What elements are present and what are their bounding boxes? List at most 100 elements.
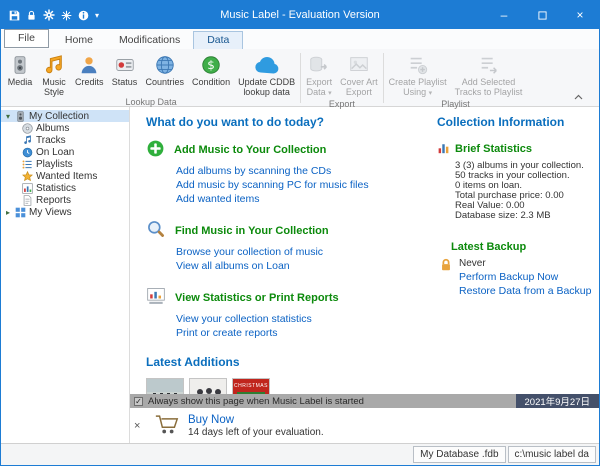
update-cddb-button[interactable]: Update CDDBlookup data: [234, 50, 299, 97]
on-loan-clock-icon: [22, 147, 33, 158]
cloud-icon: [253, 52, 281, 77]
ribbon-separator: [383, 53, 384, 103]
latest-additions-heading: Latest Additions: [146, 355, 429, 369]
link-add-wanted-items[interactable]: Add wanted items: [176, 193, 429, 205]
link-add-albums-scanning-cds[interactable]: Add albums by scanning the CDs: [176, 165, 429, 177]
condition-button[interactable]: $ Condition: [188, 50, 234, 87]
sidebar-item-playlists[interactable]: Playlists: [1, 158, 129, 170]
collection-information-panel: Collection Information Brief Statistics …: [437, 107, 599, 394]
sidebar-item-label: Albums: [36, 123, 69, 134]
sidebar-item-tracks[interactable]: Tracks: [1, 134, 129, 146]
export-data-icon: [308, 52, 330, 77]
cart-icon: [154, 414, 180, 438]
wanted-star-icon: [22, 171, 33, 182]
database-path: c:\music label da: [508, 446, 596, 463]
show-page-option-bar: ✓ Always show this page when Music Label…: [130, 394, 599, 408]
ribbon-collapse-button[interactable]: [574, 91, 583, 103]
link-perform-backup-now[interactable]: Perform Backup Now: [459, 271, 591, 283]
link-restore-data[interactable]: Restore Data from a Backup: [459, 285, 591, 297]
export-data-button: ExportData ▾: [302, 50, 336, 99]
buy-now-link[interactable]: Buy Now: [188, 414, 234, 426]
ribbon-group-lookup-data: Media MusicStyle Credits Status Countrie…: [3, 50, 299, 106]
close-eval-icon[interactable]: ×: [134, 420, 146, 432]
evaluation-bar: × Buy Now 14 days left of your evaluatio…: [130, 408, 599, 443]
sidebar-item-label: My Collection: [29, 111, 89, 122]
create-playlist-button: Create PlaylistUsing ▾: [385, 50, 451, 99]
window-title: Music Label - Evaluation Version: [121, 9, 479, 21]
lock-icon[interactable]: [26, 10, 37, 21]
brief-statistics-list: 3 (3) albums in your collection. 50 trac…: [455, 161, 593, 221]
save-icon[interactable]: [9, 10, 20, 21]
always-show-checkbox[interactable]: ✓: [134, 397, 143, 406]
my-views-grid-icon: [15, 207, 26, 218]
tab-modifications[interactable]: Modifications: [106, 32, 193, 49]
sidebar-item-my-views[interactable]: ▸ My Views: [1, 206, 129, 218]
minimize-button[interactable]: –: [485, 1, 523, 29]
sidebar-item-label: Reports: [36, 195, 71, 206]
link-print-create-reports[interactable]: Print or create reports: [176, 327, 429, 339]
music-style-icon: [43, 52, 65, 77]
ribbon-separator: [300, 53, 301, 103]
tab-data[interactable]: Data: [193, 31, 243, 49]
date-badge: 2021年9月27日: [516, 394, 599, 408]
media-button[interactable]: Media: [3, 50, 37, 87]
evaluation-text: Buy Now 14 days left of your evaluation.: [188, 414, 324, 438]
tree-collapsed-icon[interactable]: ▸: [4, 208, 12, 217]
status-button[interactable]: Status: [108, 50, 142, 87]
cover-text: CHRISTMAS: [233, 383, 269, 389]
tree-expanded-icon[interactable]: ▾: [4, 112, 12, 121]
section-statistics-reports: View Statistics or Print Reports View yo…: [146, 286, 429, 339]
music-style-button[interactable]: MusicStyle: [37, 50, 71, 97]
brief-statistics-title: Brief Statistics: [455, 143, 532, 155]
sidebar-item-statistics[interactable]: Statistics: [1, 182, 129, 194]
sidebar-item-label: On Loan: [36, 147, 74, 158]
collection-speaker-icon: [15, 111, 26, 122]
ribbon-group-export: ExportData ▾ Cover ArtExport Export: [302, 50, 382, 106]
qat-dropdown-icon[interactable]: ▾: [95, 11, 99, 20]
reports-document-icon: [22, 195, 33, 206]
albums-disc-icon: [22, 123, 33, 134]
credits-button[interactable]: Credits: [71, 50, 108, 87]
sidebar-item-label: Tracks: [36, 135, 66, 146]
statistics-chart-icon: [22, 183, 33, 194]
link-add-music-scanning-pc[interactable]: Add music by scanning PC for music files: [176, 179, 429, 191]
countries-button[interactable]: Countries: [142, 50, 189, 87]
status-icon: [114, 52, 136, 77]
sidebar-item-on-loan[interactable]: On Loan: [1, 146, 129, 158]
link-view-collection-statistics[interactable]: View your collection statistics: [176, 313, 429, 325]
ribbon: Media MusicStyle Credits Status Countrie…: [1, 49, 599, 107]
dropdown-icon: ▾: [429, 90, 433, 97]
sidebar-item-wanted-items[interactable]: Wanted Items: [1, 170, 129, 182]
sidebar-item-my-collection[interactable]: ▾ My Collection: [1, 110, 129, 122]
update-asterisk-icon[interactable]: [61, 10, 72, 21]
settings-gear-icon[interactable]: [43, 9, 55, 21]
sidebar-item-reports[interactable]: Reports: [1, 194, 129, 206]
tab-home[interactable]: Home: [52, 32, 106, 49]
maximize-button[interactable]: [523, 1, 561, 29]
group-label-playlist: Playlist: [385, 99, 527, 111]
group-label-lookup-data: Lookup Data: [3, 97, 299, 109]
link-view-albums-on-loan[interactable]: View all albums on Loan: [176, 260, 429, 272]
add-tracks-icon: [478, 52, 500, 77]
today-page: What do you want to do today? Add Music …: [130, 107, 437, 394]
sidebar-item-albums[interactable]: Albums: [1, 122, 129, 134]
always-show-label: Always show this page when Music Label i…: [148, 396, 516, 407]
statusbar: My Database .fdb c:\music label da: [1, 443, 599, 465]
statusbar-spacer: [1, 444, 412, 465]
section-add-music: Add Music to Your Collection Add albums …: [146, 139, 429, 205]
add-selected-tracks-button: Add SelectedTracks to Playlist: [451, 50, 527, 97]
section-find-music: Find Music in Your Collection Browse you…: [146, 219, 429, 272]
sidebar-tree: ▾ My Collection Albums Tracks On Loan Pl…: [1, 107, 130, 443]
sidebar-item-label: Playlists: [36, 159, 73, 170]
link-browse-collection[interactable]: Browse your collection of music: [176, 246, 429, 258]
stat-database-size: Database size: 2.3 MB: [455, 211, 593, 221]
tab-file[interactable]: File: [4, 29, 49, 48]
window-body: ▾ My Collection Albums Tracks On Loan Pl…: [1, 107, 599, 443]
ribbon-group-playlist: Create PlaylistUsing ▾ Add SelectedTrack…: [385, 50, 527, 106]
close-button[interactable]: ×: [561, 1, 599, 29]
add-music-plus-icon: [146, 139, 165, 161]
quick-access-toolbar: ▾: [1, 9, 121, 21]
maximize-icon: [538, 11, 547, 20]
info-icon[interactable]: [78, 10, 89, 21]
evaluation-note: 14 days left of your evaluation.: [188, 427, 324, 438]
